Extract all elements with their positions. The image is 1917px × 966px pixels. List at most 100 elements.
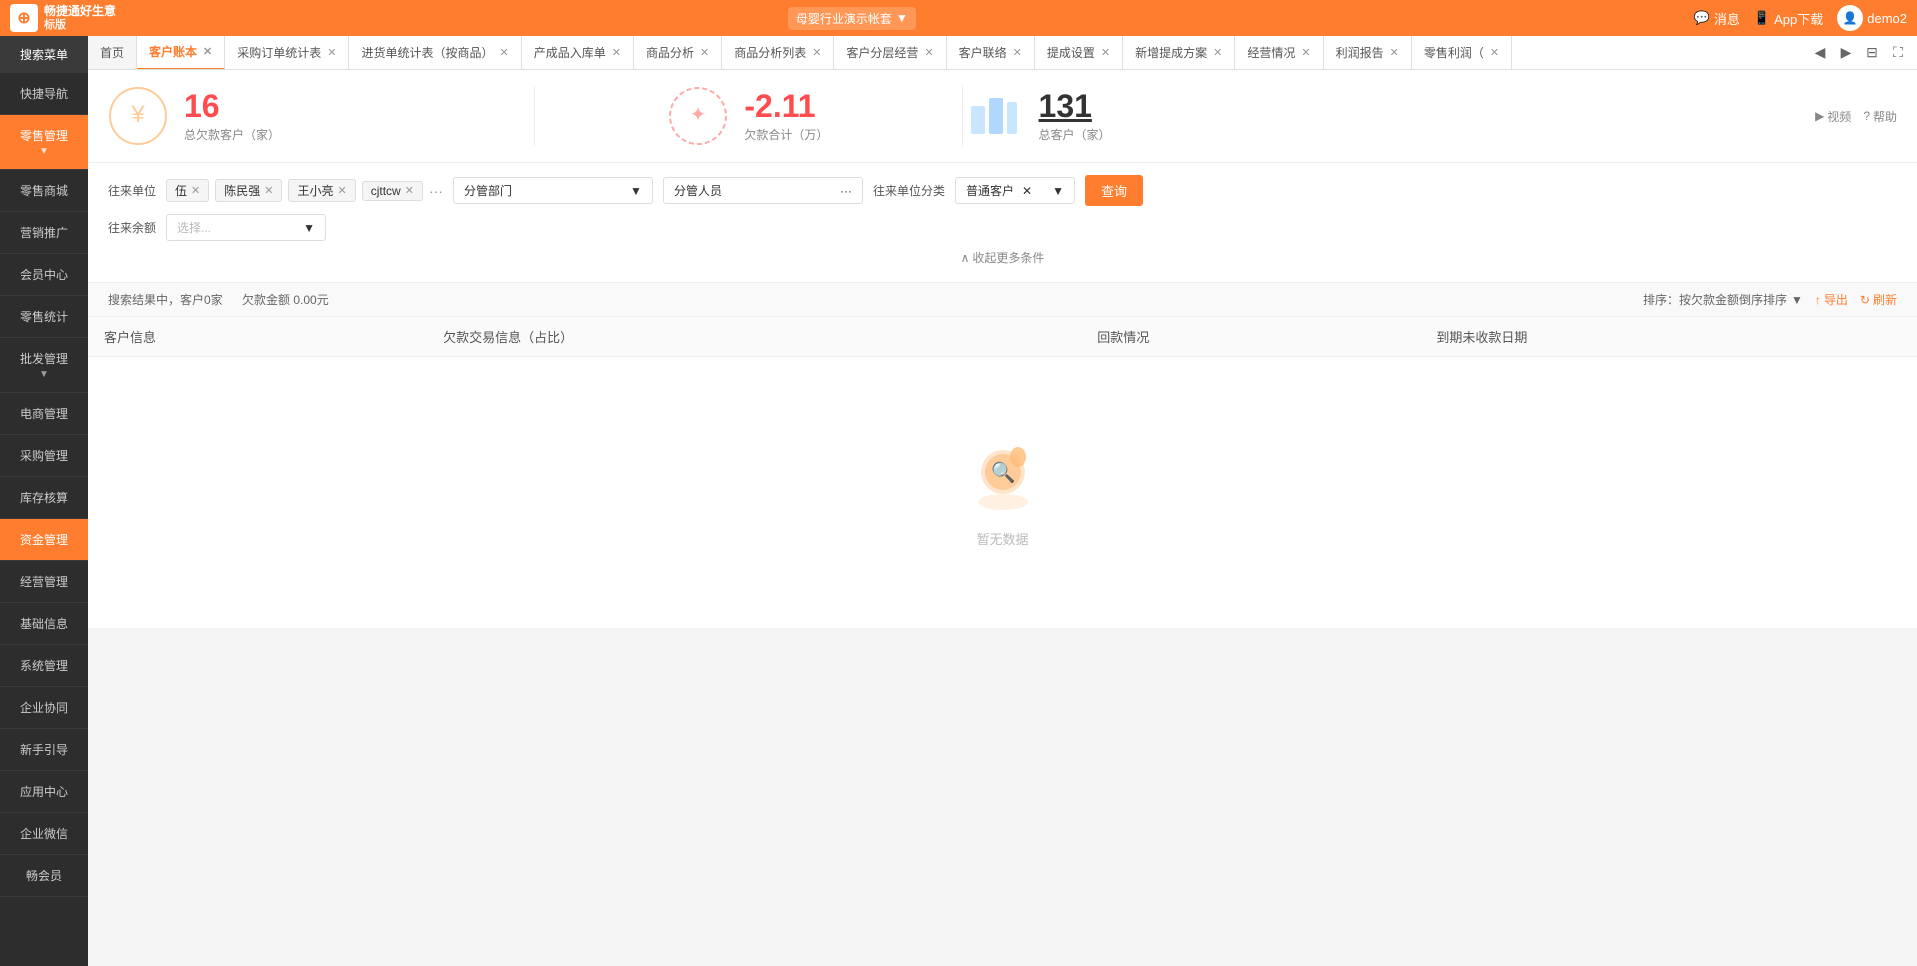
sidebar-item-wholesale[interactable]: 批发管理 ▼ bbox=[0, 338, 88, 393]
tab-close-promotion-setting[interactable]: ✕ bbox=[1101, 46, 1110, 59]
tab-goods-analysis[interactable]: 商品分析 ✕ bbox=[634, 36, 722, 70]
sort-selector[interactable]: 排序：按欠款金额倒序排序 ▼ bbox=[1643, 291, 1803, 308]
empty-icon: 🔍 bbox=[963, 437, 1043, 517]
tab-close-operation[interactable]: ✕ bbox=[1301, 46, 1310, 59]
balance-selector[interactable]: 选择... ▼ bbox=[166, 214, 326, 241]
stat2-value: -2.11 bbox=[744, 90, 828, 122]
filter-tag-0: 伍 ✕ bbox=[166, 179, 209, 202]
filter-tags: 伍 ✕ 陈民强 ✕ 王小亮 ✕ bbox=[166, 179, 443, 202]
sidebar-item-stock[interactable]: 库存核算 bbox=[0, 477, 88, 519]
tab-scroll-right[interactable]: ▶ bbox=[1835, 42, 1857, 64]
tab-new-promotion[interactable]: 新增提成方案 ✕ bbox=[1123, 36, 1235, 70]
unit-label: 往来单位 bbox=[108, 182, 156, 199]
tab-goods-analysis-list[interactable]: 商品分析列表 ✕ bbox=[722, 36, 834, 70]
sidebar-item-retail[interactable]: 零售管理 ▼ bbox=[0, 115, 88, 170]
query-button[interactable]: 查询 bbox=[1085, 175, 1143, 206]
tab-cost-stock[interactable]: 产成品入库单 ✕ bbox=[522, 36, 634, 70]
user-profile-btn[interactable]: 👤 demo2 bbox=[1837, 5, 1907, 31]
sidebar-item-corp-coop[interactable]: 企业协同 bbox=[0, 687, 88, 729]
sidebar-item-ecommerce[interactable]: 电商管理 bbox=[0, 393, 88, 435]
tag-close-1[interactable]: ✕ bbox=[264, 184, 273, 197]
account-selector[interactable]: 母婴行业演示帐套 ▼ bbox=[788, 7, 916, 30]
tab-close-stock-stat[interactable]: ✕ bbox=[500, 46, 509, 59]
sidebar-item-marketing[interactable]: 营销推广 bbox=[0, 212, 88, 254]
sidebar-item-corp-wechat[interactable]: 企业微信 bbox=[0, 813, 88, 855]
sidebar-item-retail-stat[interactable]: 零售统计 bbox=[0, 296, 88, 338]
tag-close-2[interactable]: ✕ bbox=[338, 184, 347, 197]
stat-values-1: 16 总欠款客户（家） bbox=[184, 90, 280, 143]
collapse-toggle[interactable]: ∧ 收起更多条件 bbox=[961, 249, 1045, 266]
logo-icon: ⊕ bbox=[10, 4, 38, 32]
tab-stock-stat[interactable]: 进货单统计表（按商品） ✕ bbox=[349, 36, 521, 70]
tag-close-3[interactable]: ✕ bbox=[405, 184, 414, 197]
tab-close-retail-profit[interactable]: ✕ bbox=[1490, 46, 1499, 59]
tab-home[interactable]: 首页 bbox=[88, 36, 137, 70]
sidebar-item-sys-mgmt[interactable]: 系统管理 bbox=[0, 645, 88, 687]
stat-block-2: ✦ -2.11 欠款合计（万） bbox=[535, 86, 961, 146]
tab-close-customer-tier[interactable]: ✕ bbox=[924, 46, 933, 59]
stat-values-2: -2.11 欠款合计（万） bbox=[744, 90, 828, 143]
app-wrapper: ⊕ 畅捷通好生意 标版 母婴行业演示帐套 ▼ 💬 消息 📱 App下载 👤 de bbox=[0, 0, 1917, 966]
tag-close-0[interactable]: ✕ bbox=[191, 184, 200, 197]
stat3-label: 总客户（家） bbox=[1039, 126, 1111, 143]
dept-selector[interactable]: 分管部门 ▼ bbox=[453, 177, 653, 204]
tab-scroll-left[interactable]: ◀ bbox=[1809, 42, 1831, 64]
sidebar-item-quick-nav[interactable]: 快捷导航 bbox=[0, 73, 88, 115]
result-info: 搜索结果中，客户0家 欠款金额 0.00元 bbox=[108, 291, 329, 308]
tab-customer-tier[interactable]: 客户分层经营 ✕ bbox=[834, 36, 946, 70]
logo-text: 畅捷通好生意 标版 bbox=[44, 4, 116, 32]
tab-profit-report[interactable]: 利润报告 ✕ bbox=[1324, 36, 1412, 70]
tab-retail-profit[interactable]: 零售利润（ ✕ bbox=[1412, 36, 1512, 70]
tab-close-goods-analysis-list[interactable]: ✕ bbox=[812, 46, 821, 59]
tab-close-profit-report[interactable]: ✕ bbox=[1390, 46, 1399, 59]
tab-fullscreen[interactable]: ⛶ bbox=[1887, 42, 1909, 64]
top-bar-right: 💬 消息 📱 App下载 👤 demo2 bbox=[1694, 5, 1907, 31]
sidebar-item-basic-info[interactable]: 基础信息 bbox=[0, 603, 88, 645]
tab-close-customer-contact[interactable]: ✕ bbox=[1013, 46, 1022, 59]
sidebar-item-retail-mall[interactable]: 零售商城 bbox=[0, 170, 88, 212]
sidebar-item-purchase[interactable]: 采购管理 bbox=[0, 435, 88, 477]
tab-customer-contact[interactable]: 客户联络 ✕ bbox=[947, 36, 1035, 70]
filter-tag-1: 陈民强 ✕ bbox=[215, 179, 282, 202]
sidebar-item-operation-mgmt[interactable]: 经营管理 bbox=[0, 561, 88, 603]
person-selector[interactable]: 分管人员 ··· bbox=[663, 177, 863, 204]
video-btn[interactable]: ▶ 视频 bbox=[1815, 108, 1851, 125]
col-due-date: 到期未收款日期 bbox=[1420, 317, 1917, 357]
help-btn[interactable]: ? 帮助 bbox=[1863, 108, 1897, 125]
sidebar-item-finance[interactable]: 资金管理 bbox=[0, 519, 88, 561]
svg-text:✦: ✦ bbox=[690, 104, 707, 126]
tab-close-cost-stock[interactable]: ✕ bbox=[612, 46, 621, 59]
refresh-btn[interactable]: ↻ 刷新 bbox=[1860, 291, 1897, 308]
top-bar: ⊕ 畅捷通好生意 标版 母婴行业演示帐套 ▼ 💬 消息 📱 App下载 👤 de bbox=[0, 0, 1917, 36]
tab-close-customer-book[interactable]: ✕ bbox=[203, 45, 212, 58]
tab-promotion-setting[interactable]: 提成设置 ✕ bbox=[1035, 36, 1123, 70]
tab-customer-book[interactable]: 客户账本 ✕ bbox=[137, 36, 225, 70]
filter-row-2: 往来余额 选择... ▼ bbox=[108, 214, 1897, 241]
sidebar-search[interactable]: 搜索菜单 bbox=[0, 36, 88, 73]
unit-type-clear[interactable]: ✕ bbox=[1022, 184, 1032, 198]
empty-label: 暂无数据 bbox=[976, 529, 1028, 548]
app-download-btn[interactable]: 📱 App下载 bbox=[1754, 9, 1823, 28]
tab-menu[interactable]: ⊟ bbox=[1861, 42, 1883, 64]
filter-area: 往来单位 伍 ✕ 陈民强 ✕ 王小亮 bbox=[88, 163, 1917, 283]
main-layout: 搜索菜单 快捷导航 零售管理 ▼ 零售商城 营销推广 会员中心 零售统计 批 bbox=[0, 36, 1917, 966]
tab-operation[interactable]: 经营情况 ✕ bbox=[1235, 36, 1323, 70]
sidebar-item-vip-member[interactable]: 畅会员 bbox=[0, 855, 88, 897]
filter-tag-2: 王小亮 ✕ bbox=[288, 179, 355, 202]
sidebar-item-app-center[interactable]: 应用中心 bbox=[0, 771, 88, 813]
tab-purchase-order[interactable]: 采购订单统计表 ✕ bbox=[225, 36, 349, 70]
export-btn[interactable]: ↑ 导出 bbox=[1815, 291, 1848, 308]
stat-block-3: 131 总客户（家） bbox=[963, 86, 1389, 146]
stat-icon-2: ✦ bbox=[668, 86, 728, 146]
stat1-value: 16 bbox=[184, 90, 280, 122]
sidebar-item-new-guide[interactable]: 新手引导 bbox=[0, 729, 88, 771]
tab-close-goods-analysis[interactable]: ✕ bbox=[700, 46, 709, 59]
unit-type-selector[interactable]: 普通客户 ✕ ▼ bbox=[955, 177, 1075, 204]
tab-close-new-promotion[interactable]: ✕ bbox=[1213, 46, 1222, 59]
filter-more-btn[interactable]: ··· bbox=[429, 183, 443, 199]
sidebar-item-members[interactable]: 会员中心 bbox=[0, 254, 88, 296]
tab-close-purchase-order[interactable]: ✕ bbox=[327, 46, 336, 59]
stat-help: ▶ 视频 ? 帮助 bbox=[1815, 108, 1897, 125]
message-btn[interactable]: 💬 消息 bbox=[1694, 9, 1740, 28]
result-bar: 搜索结果中，客户0家 欠款金额 0.00元 排序：按欠款金额倒序排序 ▼ ↑ 导… bbox=[88, 283, 1917, 317]
